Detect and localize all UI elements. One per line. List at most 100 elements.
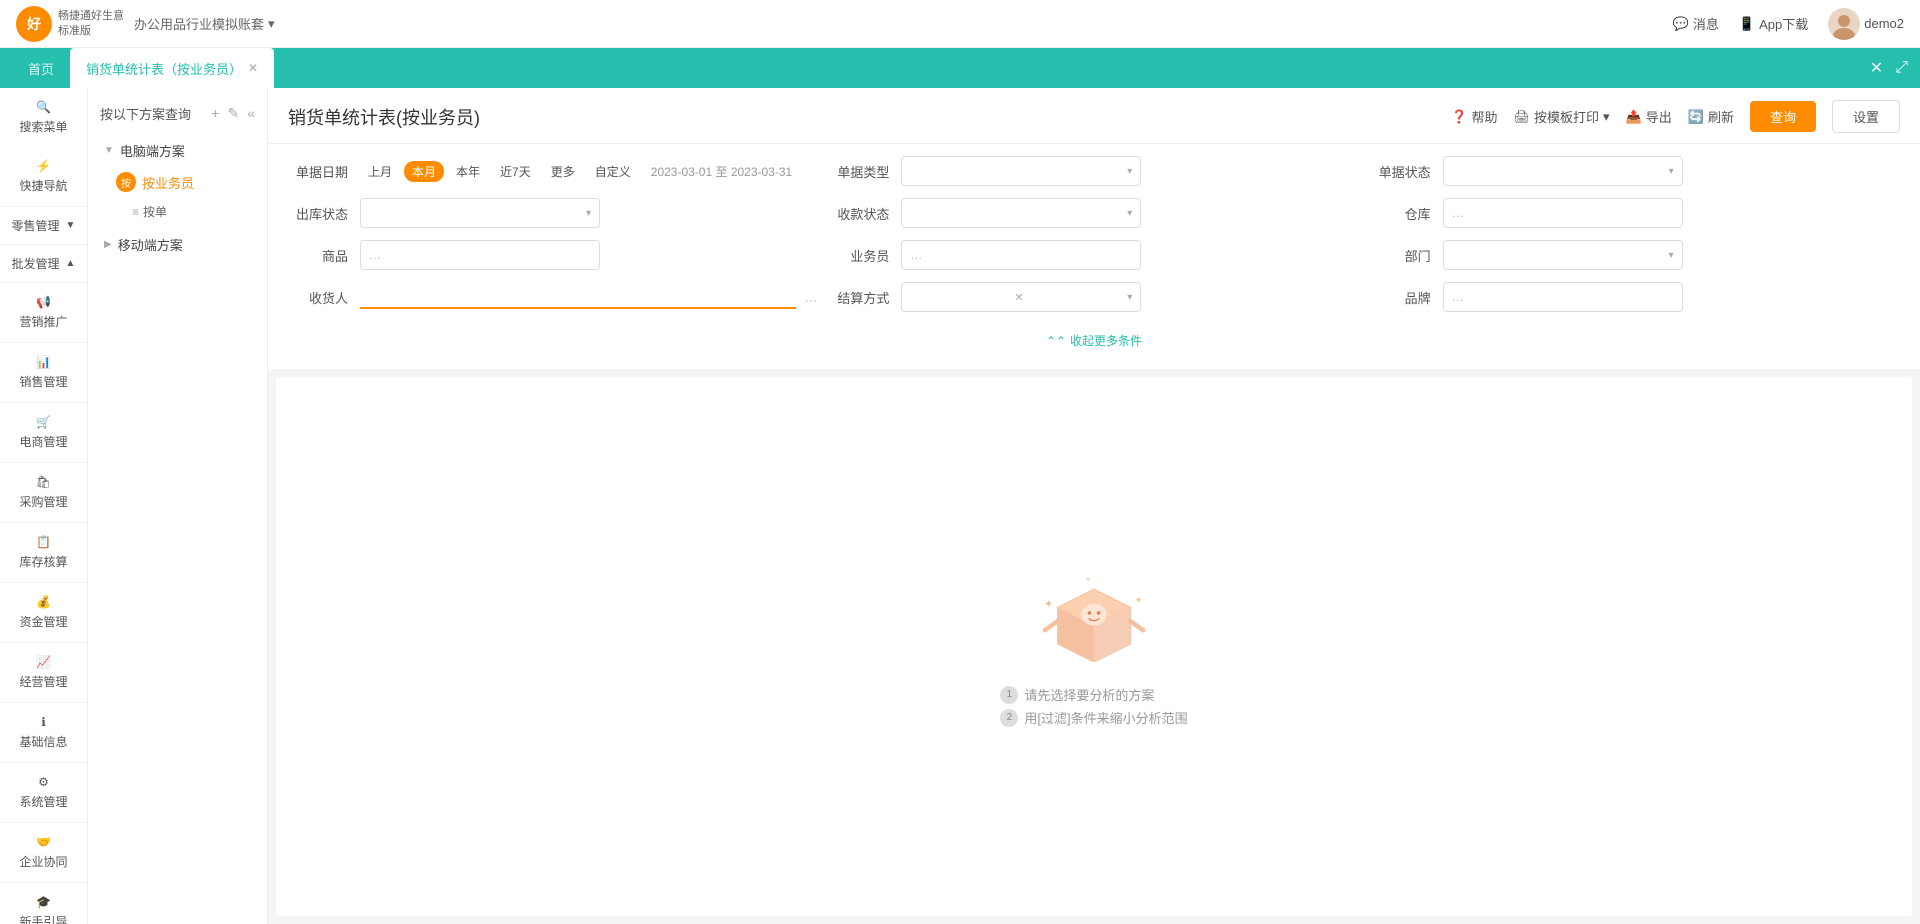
sidebar: 🔍 搜索菜单 ⚡ 快捷导航 零售管理 ▼ 批发管理 ▲ 📢 营销推广 📊 销售管… <box>0 88 88 924</box>
date-tab-last-month[interactable]: 上月 <box>360 161 400 182</box>
brand-label: 品牌 <box>1371 288 1431 307</box>
collapse-scheme-icon[interactable]: « <box>247 105 255 122</box>
doc-status-arrow: ▾ <box>1669 166 1674 177</box>
basic-info-icon: ℹ <box>41 715 46 729</box>
brand-select[interactable]: … <box>1443 282 1683 312</box>
tab-bar-actions: ✕ ⤢ <box>1870 58 1908 78</box>
header-right: 💬 消息 📱 App下载 demo2 <box>1673 8 1904 40</box>
sidebar-item-ecommerce[interactable]: 🛒 电商管理 <box>0 403 87 463</box>
sidebar-item-newbie[interactable]: 🎓 新手引导 <box>0 883 87 924</box>
settlement-select[interactable]: ✕ ▾ <box>901 282 1141 312</box>
step1-text: 请先选择要分析的方案 <box>1024 685 1154 704</box>
date-tab-this-year[interactable]: 本年 <box>448 161 488 182</box>
dept-select[interactable]: ▾ <box>1443 240 1683 270</box>
app-download-btn[interactable]: 📱 App下载 <box>1739 14 1808 33</box>
sidebar-item-retail[interactable]: 零售管理 ▼ <box>0 207 87 245</box>
payment-status-select[interactable]: ▾ <box>901 198 1141 228</box>
sidebar-item-operations[interactable]: 📈 经营管理 <box>0 643 87 703</box>
scheme-title: 按以下方案查询 <box>100 104 191 123</box>
filter-row-3: 商品 … 业务员 … 部门 <box>288 240 1900 270</box>
sales-icon: 📊 <box>36 355 51 369</box>
doc-type-label: 单据类型 <box>829 162 889 181</box>
system-label: 系统管理 <box>19 793 67 810</box>
tab-close-all-icon[interactable]: ✕ <box>1870 58 1883 78</box>
user-profile[interactable]: demo2 <box>1828 8 1904 40</box>
sidebar-item-finance[interactable]: 💰 资金管理 <box>0 583 87 643</box>
warehouse-label: 仓库 <box>1371 204 1431 223</box>
brand-filter: … <box>1443 282 1900 312</box>
inventory-icon: 📋 <box>36 535 51 549</box>
settlement-label: 结算方式 <box>829 288 889 307</box>
export-icon: 📤 <box>1626 109 1642 125</box>
refresh-btn[interactable]: 🔄 刷新 <box>1688 107 1734 126</box>
breadcrumb[interactable]: 办公用品行业模拟账套 ▾ <box>134 14 275 33</box>
sidebar-item-quick-nav[interactable]: ⚡ 快捷导航 <box>0 147 87 207</box>
scheme-group-mobile-item[interactable]: ▶ 移动端方案 <box>88 229 267 260</box>
breadcrumb-dropdown-icon[interactable]: ▾ <box>268 16 275 32</box>
filter-row-2: 出库状态 ▾ 收款状态 ▾ 仓库 <box>288 198 1900 228</box>
salesperson-select[interactable]: … <box>901 240 1141 270</box>
date-tab-custom[interactable]: 自定义 <box>587 161 639 182</box>
edit-scheme-icon[interactable]: ✎ <box>227 105 239 122</box>
purchase-icon: 🛍 <box>36 475 51 489</box>
print-btn[interactable]: 🖨 按模板打印 ▾ <box>1514 107 1610 126</box>
sidebar-item-enterprise[interactable]: 🤝 企业协同 <box>0 823 87 883</box>
settings-btn[interactable]: 设置 <box>1832 100 1900 133</box>
sidebar-item-inventory[interactable]: 📋 库存核算 <box>0 523 87 583</box>
scheme-sub-salesperson[interactable]: 按 按业务员 <box>88 166 267 198</box>
doc-type-select[interactable]: ▾ <box>901 156 1141 186</box>
message-btn[interactable]: 💬 消息 <box>1673 14 1719 33</box>
date-tab-7days[interactable]: 近7天 <box>492 161 539 182</box>
main-layout: 🔍 搜索菜单 ⚡ 快捷导航 零售管理 ▼ 批发管理 ▲ 📢 营销推广 📊 销售管… <box>0 88 1920 924</box>
desktop-group-label: 电脑端方案 <box>120 141 185 160</box>
svg-text:✦: ✦ <box>1085 575 1091 584</box>
empty-steps: 1 请先选择要分析的方案 2 用[过滤]条件来缩小分析范围 <box>1000 681 1187 731</box>
tab-home[interactable]: 首页 <box>12 48 70 88</box>
sidebar-item-wholesale[interactable]: 批发管理 ▲ <box>0 245 87 283</box>
sidebar-item-marketing[interactable]: 📢 营销推广 <box>0 283 87 343</box>
enterprise-icon: 🤝 <box>36 835 51 849</box>
sidebar-item-purchase[interactable]: 🛍 采购管理 <box>0 463 87 523</box>
operations-icon: 📈 <box>36 655 51 669</box>
date-tab-this-month[interactable]: 本月 <box>404 161 444 182</box>
content-area: 按以下方案查询 + ✎ « ▼ 电脑端方案 按 按业务员 <box>88 88 1920 924</box>
scheme-header-icons: + ✎ « <box>211 105 255 122</box>
system-icon: ⚙ <box>38 775 49 789</box>
settlement-clear-icon[interactable]: ✕ <box>1014 291 1023 304</box>
consignee-more[interactable]: … <box>804 290 817 305</box>
svg-text:✦: ✦ <box>1044 598 1053 610</box>
export-btn[interactable]: 📤 导出 <box>1626 107 1672 126</box>
date-range-value: 2023-03-01 至 2023-03-31 <box>651 163 792 180</box>
collapse-label: 收起更多条件 <box>1070 332 1142 349</box>
doc-status-select[interactable]: ▾ <box>1443 156 1683 186</box>
add-scheme-icon[interactable]: + <box>211 105 219 122</box>
collapse-filters-btn[interactable]: ⌃⌃ 收起更多条件 <box>288 324 1900 357</box>
goods-select[interactable]: … <box>360 240 600 270</box>
sidebar-item-system[interactable]: ⚙ 系统管理 <box>0 763 87 823</box>
ecommerce-icon: 🛒 <box>36 415 51 429</box>
help-label: 帮助 <box>1471 107 1497 126</box>
date-tabs: 上月 本月 本年 近7天 更多 自定义 2023-03-01 至 2023-03… <box>360 161 792 182</box>
scheme-group-desktop-item[interactable]: ▼ 电脑端方案 <box>88 135 267 166</box>
tab-sales-stat-label: 销货单统计表（按业务员） <box>86 59 242 78</box>
tab-close-icon[interactable]: ✕ <box>248 61 258 75</box>
help-btn[interactable]: ❓ 帮助 <box>1451 107 1497 126</box>
wholesale-arrow: ▲ <box>66 258 76 269</box>
consignee-input[interactable] <box>360 285 796 309</box>
sidebar-item-sales[interactable]: 📊 销售管理 <box>0 343 87 403</box>
consignee-filter: … <box>360 285 817 309</box>
query-btn[interactable]: 查询 <box>1750 101 1816 132</box>
date-tab-more[interactable]: 更多 <box>543 161 583 182</box>
tab-sales-stat[interactable]: 销货单统计表（按业务员） ✕ <box>70 48 274 88</box>
salesperson-dot: 按 <box>116 172 136 192</box>
sidebar-item-search-menu[interactable]: 🔍 搜索菜单 <box>0 88 87 147</box>
scheme-sub-by-order[interactable]: ≡ 按单 <box>88 198 267 225</box>
stock-status-select[interactable]: ▾ <box>360 198 600 228</box>
purchase-label: 采购管理 <box>19 493 67 510</box>
marketing-icon: 📢 <box>36 295 51 309</box>
sidebar-item-basic-info[interactable]: ℹ 基础信息 <box>0 703 87 763</box>
stock-status-arrow: ▾ <box>586 208 591 219</box>
warehouse-select[interactable]: … <box>1443 198 1683 228</box>
tab-expand-icon[interactable]: ⤢ <box>1895 59 1908 77</box>
app-download-label: App下载 <box>1759 14 1808 33</box>
